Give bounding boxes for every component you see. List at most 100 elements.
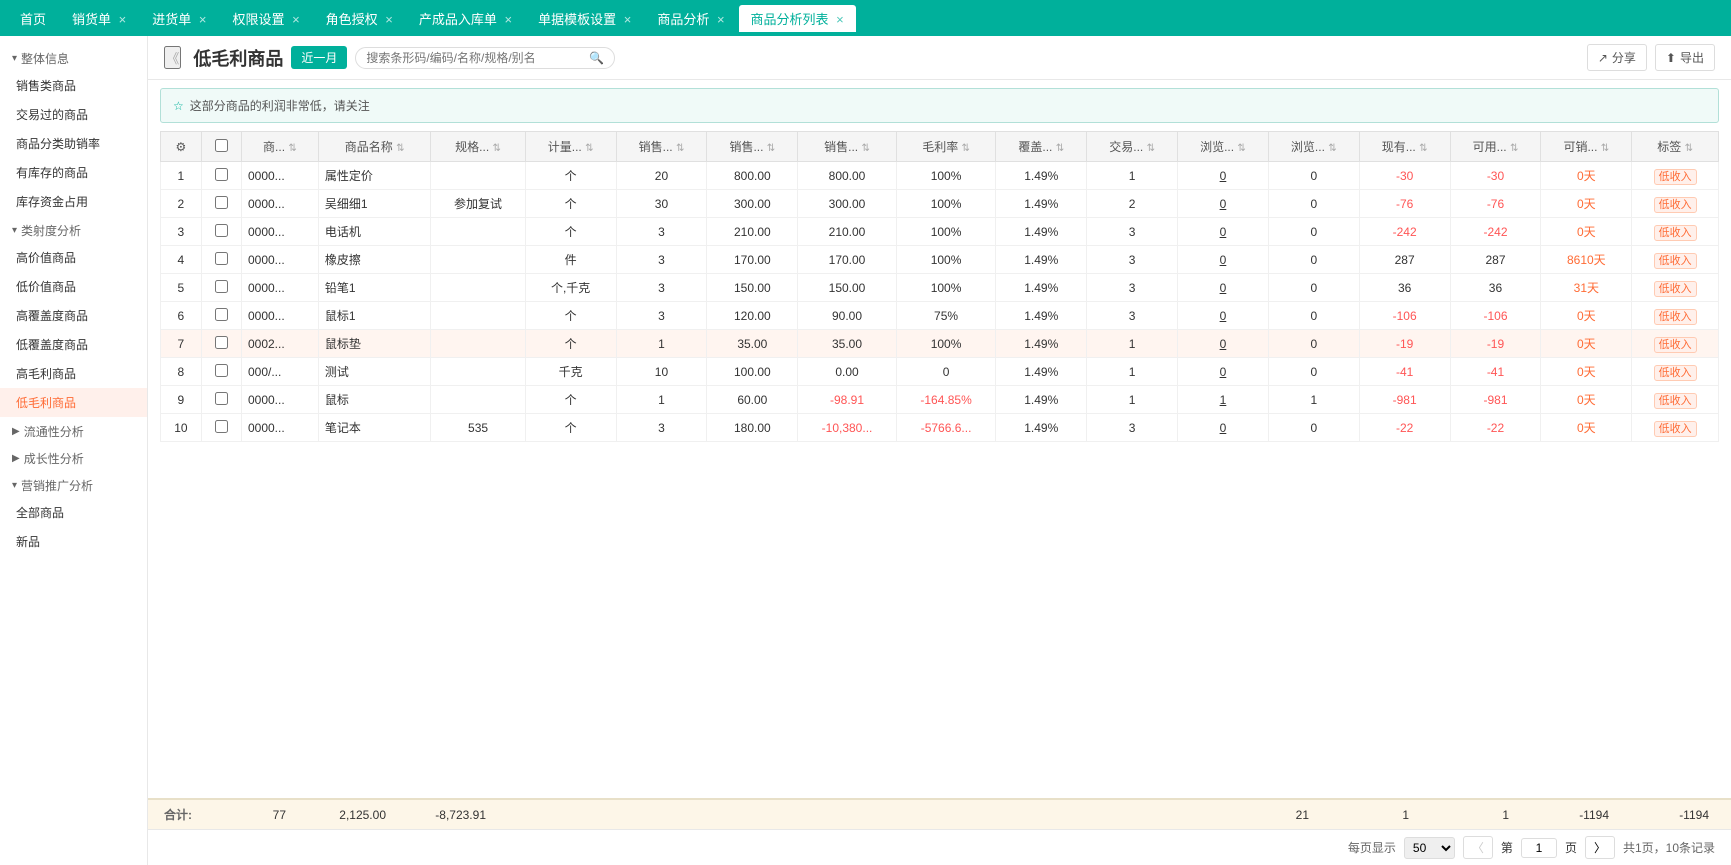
row-checkbox[interactable] (215, 224, 228, 237)
row-browse1[interactable]: 0 (1178, 358, 1269, 386)
col-browse1[interactable]: 浏览... ⇅ (1178, 132, 1269, 162)
row-checkbox[interactable] (215, 420, 228, 433)
nav-analysis[interactable]: 商品分析 × (645, 5, 736, 32)
row-browse1[interactable]: 0 (1178, 274, 1269, 302)
next-page-button[interactable]: 〉 (1585, 836, 1615, 859)
row-checkbox[interactable] (215, 308, 228, 321)
col-stock2[interactable]: 可用... ⇅ (1450, 132, 1541, 162)
row-stock2: -22 (1450, 414, 1541, 442)
row-browse1[interactable]: 0 (1178, 330, 1269, 358)
col-sale1[interactable]: 销售... ⇅ (616, 132, 707, 162)
col-tag[interactable]: 标签 ⇅ (1632, 132, 1719, 162)
footer-stock1: -1194 (1535, 808, 1615, 822)
row-check[interactable] (201, 218, 241, 246)
nav-home[interactable]: 首页 (8, 5, 58, 32)
row-checkbox[interactable] (215, 168, 228, 181)
sidebar-item-low-value[interactable]: 低价值商品 (0, 272, 147, 301)
row-browse1[interactable]: 1 (1178, 386, 1269, 414)
row-checkbox[interactable] (215, 252, 228, 265)
row-stock3: 0天 (1541, 414, 1632, 442)
nav-template[interactable]: 单据模板设置 × (526, 5, 643, 32)
sidebar-item-sales-products[interactable]: 销售类商品 (0, 71, 147, 100)
nav-analysis-list[interactable]: 商品分析列表 × (739, 5, 856, 32)
prev-page-button[interactable]: 〈 (1463, 836, 1493, 859)
col-trade[interactable]: 交易... ⇅ (1087, 132, 1178, 162)
row-checkbox[interactable] (215, 196, 228, 209)
col-code[interactable]: 商... ⇅ (241, 132, 318, 162)
row-browse1[interactable]: 0 (1178, 302, 1269, 330)
col-unit[interactable]: 计量... ⇅ (525, 132, 616, 162)
row-checkbox[interactable] (215, 336, 228, 349)
page-number-input[interactable] (1521, 838, 1557, 858)
row-check[interactable] (201, 246, 241, 274)
collapse-sidebar-button[interactable]: 《 (164, 46, 181, 69)
check-all-checkbox[interactable] (215, 139, 228, 152)
row-trade: 3 (1087, 218, 1178, 246)
search-input[interactable] (366, 51, 585, 65)
row-browse1[interactable]: 0 (1178, 190, 1269, 218)
page-size-select[interactable]: 50 20 100 (1404, 837, 1455, 859)
row-no: 9 (161, 386, 202, 414)
row-check[interactable] (201, 330, 241, 358)
nav-role[interactable]: 角色授权 × (314, 5, 405, 32)
row-check[interactable] (201, 414, 241, 442)
sidebar-group-coverage[interactable]: ▾ 类射度分析 (0, 216, 147, 243)
nav-sales[interactable]: 销货单 × (60, 5, 138, 32)
sidebar-item-high-value[interactable]: 高价值商品 (0, 243, 147, 272)
sidebar-group-flow[interactable]: ▶ 流通性分析 (0, 417, 147, 444)
sidebar-item-high-coverage[interactable]: 高覆盖度商品 (0, 301, 147, 330)
row-check[interactable] (201, 274, 241, 302)
sidebar-item-low-coverage[interactable]: 低覆盖度商品 (0, 330, 147, 359)
row-spec: 参加复试 (431, 190, 525, 218)
row-checkbox[interactable] (215, 280, 228, 293)
row-checkbox[interactable] (215, 392, 228, 405)
sidebar-group-marketing[interactable]: ▾ 营销推广分析 (0, 471, 147, 498)
sidebar-group-growth[interactable]: ▶ 成长性分析 (0, 444, 147, 471)
col-check-all[interactable] (201, 132, 241, 162)
row-code: 0000... (241, 386, 318, 414)
content-header: 《 低毛利商品 近一月 🔍 ↗ 分享 ⬆ 导出 (148, 36, 1731, 80)
sidebar-item-capital[interactable]: 库存资金占用 (0, 187, 147, 216)
row-stock1: -41 (1359, 358, 1450, 386)
search-icon[interactable]: 🔍 (589, 51, 604, 65)
col-stock3[interactable]: 可销... ⇅ (1541, 132, 1632, 162)
row-check[interactable] (201, 162, 241, 190)
row-browse1[interactable]: 0 (1178, 246, 1269, 274)
col-spec[interactable]: 规格... ⇅ (431, 132, 525, 162)
sidebar-item-low-margin[interactable]: 低毛利商品 (0, 388, 147, 417)
sidebar-item-new-products[interactable]: 新品 (0, 527, 147, 556)
sidebar-item-high-margin[interactable]: 高毛利商品 (0, 359, 147, 388)
row-trade: 1 (1087, 358, 1178, 386)
col-sale3[interactable]: 销售... ⇅ (798, 132, 897, 162)
col-settings[interactable]: ⚙ (161, 132, 202, 162)
row-browse1[interactable]: 0 (1178, 218, 1269, 246)
col-stock1[interactable]: 现有... ⇅ (1359, 132, 1450, 162)
nav-product-storage[interactable]: 产成品入库单 × (407, 5, 524, 32)
sidebar-item-category-rate[interactable]: 商品分类助销率 (0, 129, 147, 158)
share-button[interactable]: ↗ 分享 (1587, 44, 1647, 71)
col-margin-rate[interactable]: 毛利率 ⇅ (896, 132, 996, 162)
col-coverage[interactable]: 覆盖... ⇅ (996, 132, 1087, 162)
row-stock2: 287 (1450, 246, 1541, 274)
row-stock2: -41 (1450, 358, 1541, 386)
nav-purchase[interactable]: 进货单 × (140, 5, 218, 32)
row-browse1[interactable]: 0 (1178, 414, 1269, 442)
sidebar-item-in-stock[interactable]: 有库存的商品 (0, 158, 147, 187)
nav-permission[interactable]: 权限设置 × (220, 5, 311, 32)
sidebar-item-traded-products[interactable]: 交易过的商品 (0, 100, 147, 129)
period-button[interactable]: 近一月 (291, 46, 347, 69)
row-check[interactable] (201, 358, 241, 386)
col-name[interactable]: 商品名称 ⇅ (318, 132, 431, 162)
col-browse2[interactable]: 浏览... ⇅ (1268, 132, 1359, 162)
row-trade: 3 (1087, 414, 1178, 442)
row-check[interactable] (201, 190, 241, 218)
export-button[interactable]: ⬆ 导出 (1655, 44, 1715, 71)
sidebar-group-overall[interactable]: ▾ 整体信息 (0, 44, 147, 71)
row-check[interactable] (201, 302, 241, 330)
row-checkbox[interactable] (215, 364, 228, 377)
sidebar-item-all-products[interactable]: 全部商品 (0, 498, 147, 527)
row-browse1[interactable]: 0 (1178, 162, 1269, 190)
row-check[interactable] (201, 386, 241, 414)
row-no: 6 (161, 302, 202, 330)
col-sale2[interactable]: 销售... ⇅ (707, 132, 798, 162)
